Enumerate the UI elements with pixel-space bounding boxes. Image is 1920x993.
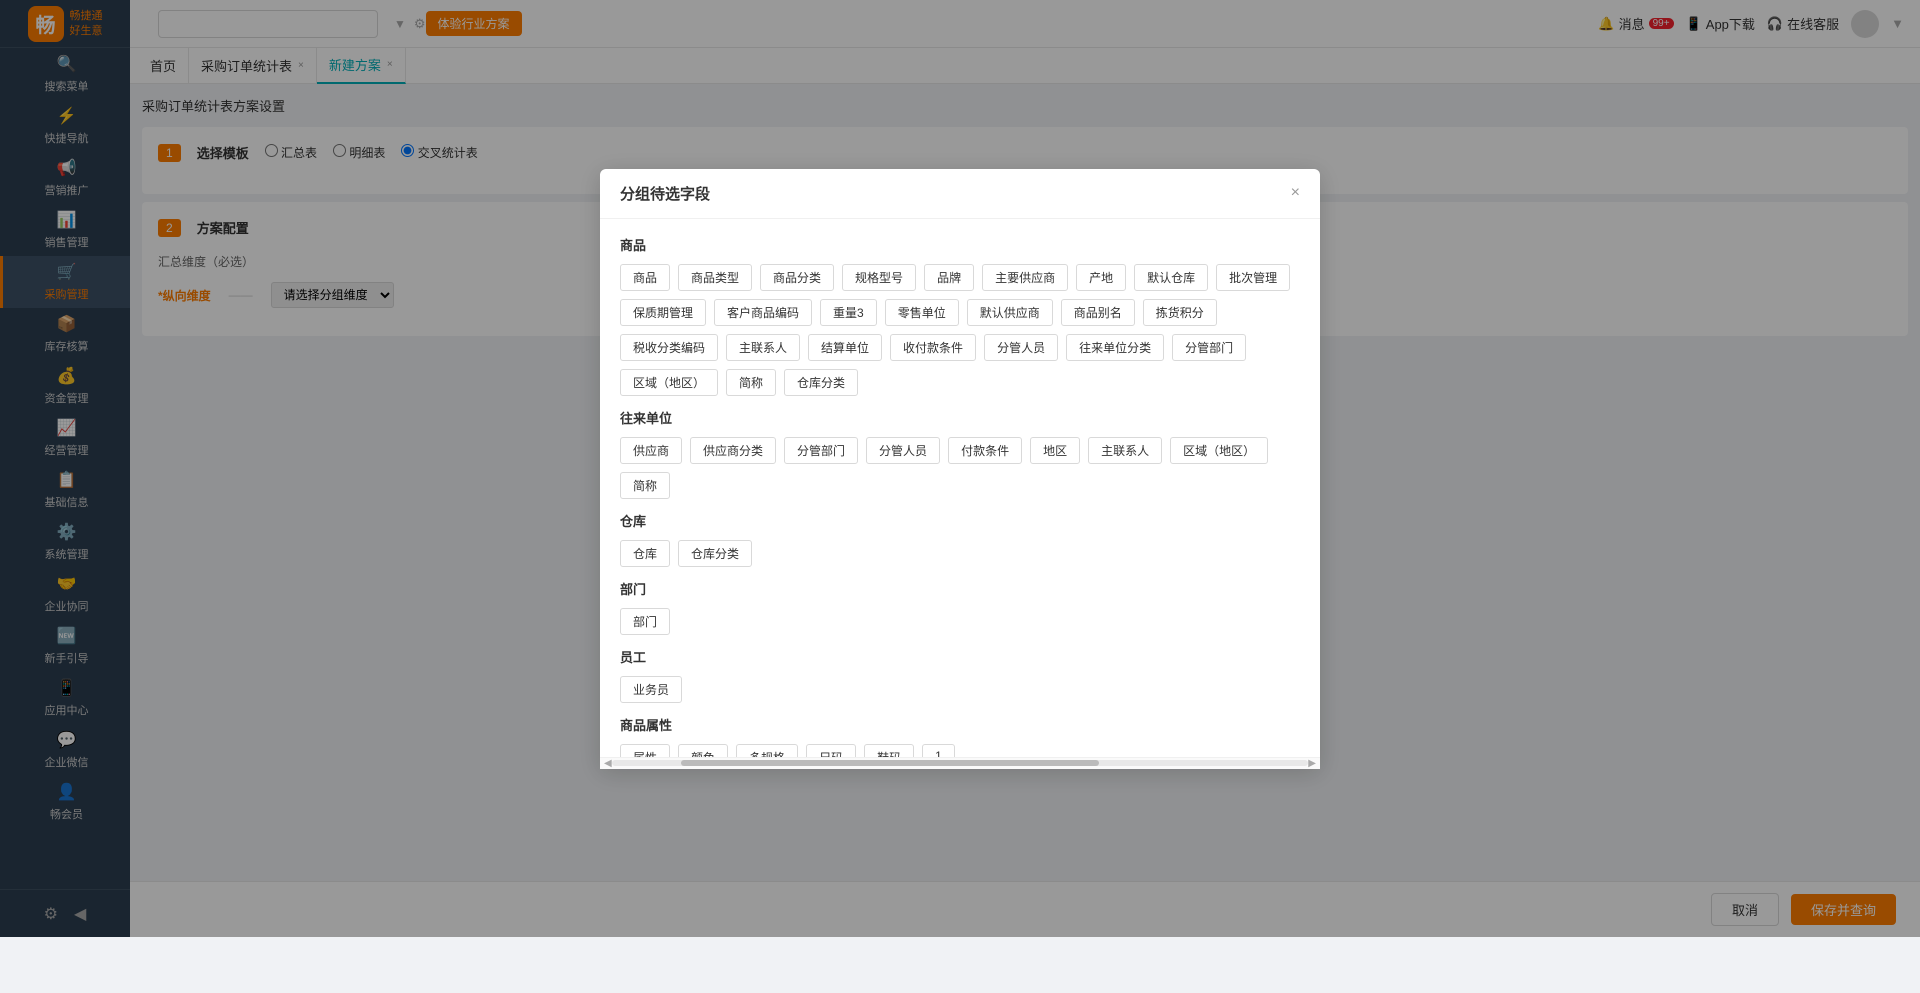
field-tag-0-9[interactable]: 保质期管理 — [620, 299, 706, 326]
field-group-title-4: 员工 — [620, 647, 1300, 666]
field-tag-0-15[interactable]: 拣货积分 — [1143, 299, 1217, 326]
field-tag-0-2[interactable]: 商品分类 — [760, 264, 834, 291]
field-group-title-2: 仓库 — [620, 511, 1300, 530]
field-tag-3-0[interactable]: 部门 — [620, 608, 670, 635]
field-tag-0-13[interactable]: 默认供应商 — [967, 299, 1053, 326]
field-tag-0-7[interactable]: 默认仓库 — [1134, 264, 1208, 291]
field-tag-0-20[interactable]: 分管人员 — [984, 334, 1058, 361]
field-tag-5-0[interactable]: 属性 — [620, 744, 670, 757]
field-tags-2: 仓库仓库分类 — [620, 540, 1300, 567]
field-tag-0-4[interactable]: 品牌 — [924, 264, 974, 291]
hscroll-thumb — [681, 760, 1099, 766]
field-group-title-0: 商品 — [620, 235, 1300, 254]
field-group-title-3: 部门 — [620, 579, 1300, 598]
field-tag-5-2[interactable]: 多规格 — [736, 744, 798, 757]
field-tag-1-5[interactable]: 地区 — [1030, 437, 1080, 464]
field-tag-0-12[interactable]: 零售单位 — [885, 299, 959, 326]
field-tags-0: 商品商品类型商品分类规格型号品牌主要供应商产地默认仓库批次管理保质期管理客户商品… — [620, 264, 1300, 396]
field-tag-0-23[interactable]: 区域（地区） — [620, 369, 718, 396]
modal-close-icon[interactable]: × — [1291, 184, 1300, 202]
field-tag-5-4[interactable]: 鞋码 — [864, 744, 914, 757]
field-tag-0-25[interactable]: 仓库分类 — [784, 369, 858, 396]
field-tag-1-3[interactable]: 分管人员 — [866, 437, 940, 464]
modal-overlay: 分组待选字段 × 商品商品商品类型商品分类规格型号品牌主要供应商产地默认仓库批次… — [0, 0, 1920, 937]
field-tag-0-8[interactable]: 批次管理 — [1216, 264, 1290, 291]
field-tag-4-0[interactable]: 业务员 — [620, 676, 682, 703]
field-tag-1-1[interactable]: 供应商分类 — [690, 437, 776, 464]
field-tag-0-3[interactable]: 规格型号 — [842, 264, 916, 291]
hscroll-left-icon[interactable]: ◀ — [604, 758, 612, 769]
field-tag-0-24[interactable]: 简称 — [726, 369, 776, 396]
field-tag-1-7[interactable]: 区域（地区） — [1170, 437, 1268, 464]
field-tag-1-4[interactable]: 付款条件 — [948, 437, 1022, 464]
field-tag-1-6[interactable]: 主联系人 — [1088, 437, 1162, 464]
field-tag-0-17[interactable]: 主联系人 — [726, 334, 800, 361]
field-group-title-1: 往来单位 — [620, 408, 1300, 427]
field-tag-5-3[interactable]: 尺码 — [806, 744, 856, 757]
field-tag-0-18[interactable]: 结算单位 — [808, 334, 882, 361]
modal-header: 分组待选字段 × — [600, 169, 1320, 219]
field-tag-0-14[interactable]: 商品别名 — [1061, 299, 1135, 326]
field-tag-1-8[interactable]: 简称 — [620, 472, 670, 499]
field-tag-5-1[interactable]: 颜色 — [678, 744, 728, 757]
field-tag-0-21[interactable]: 往来单位分类 — [1066, 334, 1164, 361]
field-tag-1-0[interactable]: 供应商 — [620, 437, 682, 464]
field-tag-0-10[interactable]: 客户商品编码 — [714, 299, 812, 326]
field-tag-0-11[interactable]: 重量3 — [820, 299, 877, 326]
field-tag-0-16[interactable]: 税收分类编码 — [620, 334, 718, 361]
field-tags-4: 业务员 — [620, 676, 1300, 703]
modal-title: 分组待选字段 — [620, 183, 710, 204]
field-tags-1: 供应商供应商分类分管部门分管人员付款条件地区主联系人区域（地区） 简称 — [620, 437, 1300, 499]
field-tags-5: 属性颜色多规格尺码鞋码 1 — [620, 744, 1300, 757]
field-tag-0-22[interactable]: 分管部门 — [1172, 334, 1246, 361]
hscroll-right-icon[interactable]: ▶ — [1308, 758, 1316, 769]
field-tag-0-5[interactable]: 主要供应商 — [982, 264, 1068, 291]
field-tag-0-19[interactable]: 收付款条件 — [890, 334, 976, 361]
field-tag-0-1[interactable]: 商品类型 — [678, 264, 752, 291]
field-tag-0-6[interactable]: 产地 — [1076, 264, 1126, 291]
field-group-title-5: 商品属性 — [620, 715, 1300, 734]
field-tag-0-0[interactable]: 商品 — [620, 264, 670, 291]
field-tag-5-5[interactable]: 1 — [922, 744, 955, 757]
modal-body: 商品商品商品类型商品分类规格型号品牌主要供应商产地默认仓库批次管理保质期管理客户… — [600, 219, 1320, 757]
modal: 分组待选字段 × 商品商品商品类型商品分类规格型号品牌主要供应商产地默认仓库批次… — [600, 169, 1320, 769]
field-tag-2-1[interactable]: 仓库分类 — [678, 540, 752, 567]
field-tag-2-0[interactable]: 仓库 — [620, 540, 670, 567]
modal-hscroll: ◀ ▶ — [600, 757, 1320, 769]
hscroll-track[interactable] — [612, 760, 1309, 766]
field-tags-3: 部门 — [620, 608, 1300, 635]
field-tag-1-2[interactable]: 分管部门 — [784, 437, 858, 464]
